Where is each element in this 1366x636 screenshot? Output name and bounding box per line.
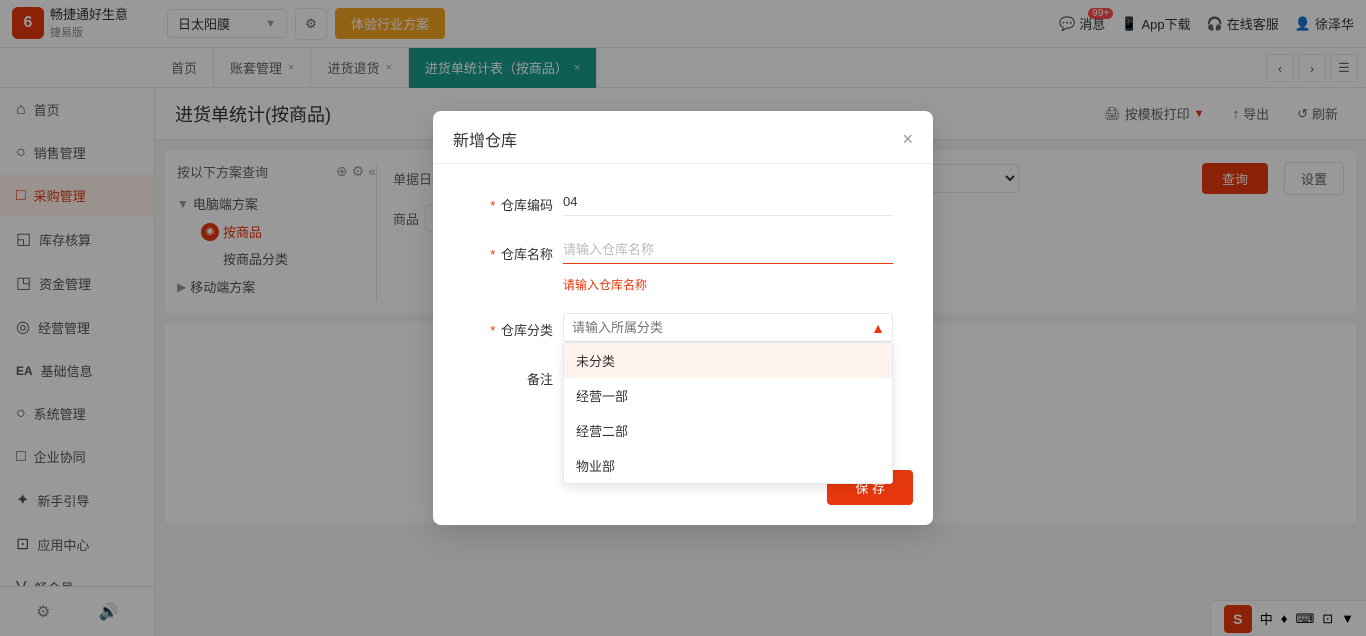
modal-overlay[interactable]: 新增仓库 × * 仓库编码 // Set code value after re… bbox=[0, 0, 1366, 636]
category-dropdown: 未分类 经营一部 经营二部 物业部 bbox=[563, 342, 893, 484]
modal-header: 新增仓库 × bbox=[433, 111, 933, 164]
name-error-message: 请输入仓库名称 bbox=[563, 276, 647, 293]
category-toggle-button[interactable]: ▲ bbox=[871, 320, 885, 336]
modal-add-warehouse: 新增仓库 × * 仓库编码 // Set code value after re… bbox=[433, 111, 933, 525]
modal-close-button[interactable]: × bbox=[902, 129, 913, 150]
name-input[interactable] bbox=[563, 236, 893, 264]
form-row-name: * 仓库名称 请输入仓库名称 bbox=[473, 236, 893, 293]
category-input[interactable] bbox=[563, 313, 893, 342]
form-row-code: * 仓库编码 // Set code value after render bbox=[473, 188, 893, 216]
name-required-star: * bbox=[490, 247, 495, 262]
dropdown-item-3[interactable]: 物业部 bbox=[564, 448, 892, 483]
dropdown-item-0[interactable]: 未分类 bbox=[564, 343, 892, 378]
code-label: * 仓库编码 bbox=[473, 188, 553, 214]
category-required-star: * bbox=[490, 323, 495, 338]
category-label: * 仓库分类 bbox=[473, 313, 553, 339]
remark-label: 备注 bbox=[473, 362, 553, 388]
code-required-star: * bbox=[490, 198, 495, 213]
modal-title: 新增仓库 bbox=[453, 127, 517, 151]
code-input[interactable] bbox=[563, 188, 893, 216]
name-label: * 仓库名称 bbox=[473, 237, 553, 263]
form-row-category: * 仓库分类 ▲ 未分类 经营一部 经营二部 物业部 bbox=[473, 313, 893, 342]
dropdown-item-1[interactable]: 经营一部 bbox=[564, 378, 892, 413]
category-wrapper: ▲ 未分类 经营一部 经营二部 物业部 bbox=[563, 313, 893, 342]
modal-body: * 仓库编码 // Set code value after render * … bbox=[433, 164, 933, 458]
dropdown-item-2[interactable]: 经营二部 bbox=[564, 413, 892, 448]
